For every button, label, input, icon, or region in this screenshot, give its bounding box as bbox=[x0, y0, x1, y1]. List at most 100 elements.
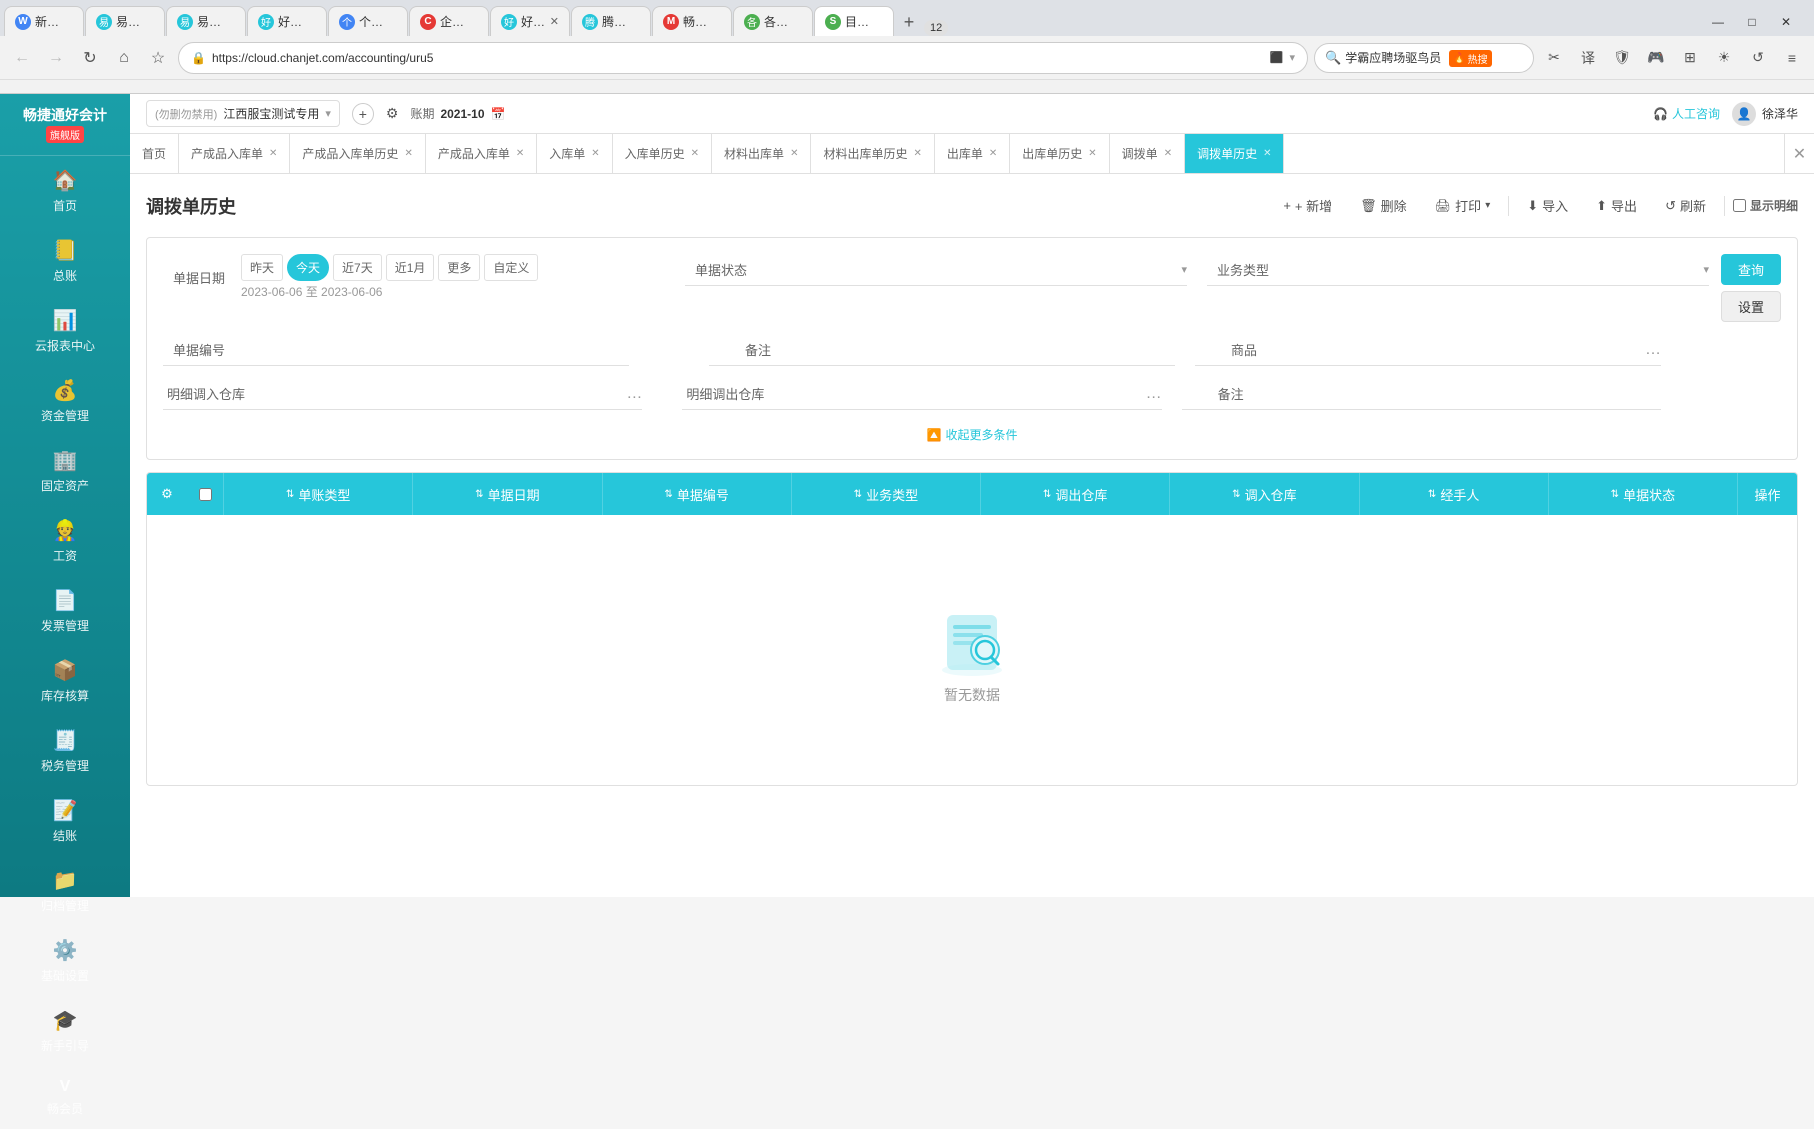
minimize-button[interactable]: — bbox=[1702, 8, 1734, 36]
sidebar-item-assets[interactable]: 🏢 固定资产 bbox=[0, 436, 130, 506]
tab-material-out[interactable]: 材料出库单 ✕ bbox=[712, 134, 811, 174]
sidebar-item-finance[interactable]: 💰 资金管理 bbox=[0, 366, 130, 436]
in-warehouse-ellipsis[interactable]: … bbox=[626, 385, 642, 403]
week-btn[interactable]: 近7天 bbox=[333, 254, 382, 281]
today-btn[interactable]: 今天 bbox=[287, 254, 329, 281]
browser-tab-4[interactable]: 好 好… bbox=[247, 6, 327, 36]
out-warehouse-ellipsis[interactable]: … bbox=[1146, 385, 1162, 403]
tab-outbound-history-close[interactable]: ✕ bbox=[1088, 148, 1096, 159]
maximize-button[interactable]: □ bbox=[1736, 8, 1768, 36]
reload-button[interactable]: ↻ bbox=[76, 44, 104, 72]
number-input[interactable] bbox=[233, 334, 629, 366]
th-doc-status[interactable]: ⇅ 单据状态 bbox=[1548, 473, 1737, 515]
tab-production-in[interactable]: 产成品入库单 ✕ bbox=[179, 134, 290, 174]
th-out-warehouse[interactable]: ⇅ 调出仓库 bbox=[980, 473, 1169, 515]
query-button[interactable]: 查询 bbox=[1721, 254, 1781, 285]
more-btn[interactable]: 更多 bbox=[438, 254, 480, 281]
th-in-warehouse[interactable]: ⇅ 调入仓库 bbox=[1169, 473, 1358, 515]
collapse-filter-button[interactable]: 🔼 收起更多条件 bbox=[163, 418, 1781, 443]
new-tab-button[interactable]: + bbox=[895, 8, 923, 36]
th-doc-date[interactable]: ⇅ 单据日期 bbox=[412, 473, 601, 515]
sidebar-item-archive[interactable]: 📁 归档管理 bbox=[0, 856, 130, 926]
company-selector[interactable]: (勿删勿禁用) 江西服宝测试专用 ▾ bbox=[146, 100, 340, 127]
forward-button[interactable]: → bbox=[42, 44, 70, 72]
tab-outbound[interactable]: 出库单 ✕ bbox=[935, 134, 1010, 174]
browser-tab-9[interactable]: M 畅… bbox=[652, 6, 732, 36]
home-button[interactable]: ⌂ bbox=[110, 44, 138, 72]
close-all-tabs-button[interactable]: ✕ bbox=[1784, 134, 1814, 174]
tab-inbound-history[interactable]: 入库单历史 ✕ bbox=[613, 134, 712, 174]
import-button[interactable]: ⬇ 导入 bbox=[1517, 190, 1578, 221]
sidebar-item-payroll[interactable]: 👷 工资 bbox=[0, 506, 130, 576]
sidebar-item-ledger[interactable]: 📒 总账 bbox=[0, 226, 130, 296]
export-button[interactable]: ⬆ 导出 bbox=[1586, 190, 1647, 221]
bookmark-button[interactable]: ☆ bbox=[144, 44, 172, 72]
sidebar-item-closing[interactable]: 📝 结账 bbox=[0, 786, 130, 856]
th-doc-number[interactable]: ⇅ 单据编号 bbox=[602, 473, 791, 515]
sidebar-item-home[interactable]: 🏠 首页 bbox=[0, 156, 130, 226]
gear-button[interactable]: ⚙ bbox=[386, 105, 399, 122]
yesterday-btn[interactable]: 昨天 bbox=[241, 254, 283, 281]
browser-tab-10[interactable]: 各 各… bbox=[733, 6, 813, 36]
sidebar-item-reports[interactable]: 📊 云报表中心 bbox=[0, 296, 130, 366]
sidebar-item-invoice[interactable]: 📄 发票管理 bbox=[0, 576, 130, 646]
tab-inbound-close[interactable]: ✕ bbox=[591, 148, 599, 159]
close-button[interactable]: ✕ bbox=[1770, 8, 1802, 36]
custom-btn[interactable]: 自定义 bbox=[484, 254, 538, 281]
add-company-button[interactable]: + bbox=[352, 103, 374, 125]
address-bar[interactable]: 🔒 https://cloud.chanjet.com/accounting/u… bbox=[178, 42, 1308, 74]
table-settings-icon[interactable]: ⚙ bbox=[147, 473, 187, 515]
shield-icon[interactable]: 🛡 bbox=[1608, 44, 1636, 72]
menu-icon[interactable]: ≡ bbox=[1778, 44, 1806, 72]
new-button[interactable]: + + 新增 bbox=[1273, 190, 1342, 221]
user-info[interactable]: 👤 徐泽华 bbox=[1732, 102, 1798, 126]
browser-tab-5[interactable]: 个 个… bbox=[328, 6, 408, 36]
sidebar-item-guide[interactable]: 🎓 新手引导 bbox=[0, 996, 130, 1066]
game-icon[interactable]: 🎮 bbox=[1642, 44, 1670, 72]
tab-home[interactable]: 首页 bbox=[130, 134, 179, 174]
tab-production-in-history-close[interactable]: ✕ bbox=[404, 148, 412, 159]
note-input[interactable] bbox=[1252, 378, 1661, 410]
back-button[interactable]: ← bbox=[8, 44, 36, 72]
browser-tab-1[interactable]: W 新… bbox=[4, 6, 84, 36]
tab-inbound[interactable]: 入库单 ✕ bbox=[537, 134, 612, 174]
print-button[interactable]: 🖨 打印 ▾ bbox=[1425, 190, 1501, 221]
sidebar-item-inventory[interactable]: 📦 库存核算 bbox=[0, 646, 130, 716]
th-handler[interactable]: ⇅ 经手人 bbox=[1359, 473, 1548, 515]
tab-material-out-history[interactable]: 材料出库单历史 ✕ bbox=[811, 134, 934, 174]
tab-transfer-close[interactable]: ✕ bbox=[1164, 148, 1172, 159]
browser-tab-7-close[interactable]: ✕ bbox=[550, 15, 559, 28]
show-all-input[interactable] bbox=[1733, 199, 1746, 212]
scissors-icon[interactable]: ✂ bbox=[1540, 44, 1568, 72]
grid-icon[interactable]: ⊞ bbox=[1676, 44, 1704, 72]
filter-settings-button[interactable]: 设置 bbox=[1721, 291, 1781, 322]
th-doc-type[interactable]: ⇅ 单账类型 bbox=[223, 473, 412, 515]
tab-production-in-2-close[interactable]: ✕ bbox=[516, 148, 524, 159]
tab-production-in-close[interactable]: ✕ bbox=[269, 148, 277, 159]
tab-outbound-history[interactable]: 出库单历史 ✕ bbox=[1010, 134, 1109, 174]
delete-button[interactable]: 🗑 删除 bbox=[1350, 190, 1417, 221]
tab-transfer[interactable]: 调拨单 ✕ bbox=[1110, 134, 1185, 174]
sidebar-item-tax[interactable]: 🧾 税务管理 bbox=[0, 716, 130, 786]
show-all-checkbox[interactable]: 显示明细 bbox=[1733, 197, 1798, 214]
sidebar-item-settings[interactable]: ⚙️ 基础设置 bbox=[0, 926, 130, 996]
browser-tab-3[interactable]: 易 易… bbox=[166, 6, 246, 36]
browser-tab-7[interactable]: 好 好… ✕ bbox=[490, 6, 570, 36]
tab-production-in-history[interactable]: 产成品入库单历史 ✕ bbox=[290, 134, 425, 174]
select-all-input[interactable] bbox=[199, 488, 212, 501]
browser-tab-8[interactable]: 腾 腾… bbox=[571, 6, 651, 36]
tab-material-out-close[interactable]: ✕ bbox=[790, 148, 798, 159]
tab-material-out-history-close[interactable]: ✕ bbox=[913, 148, 921, 159]
tab-inbound-history-close[interactable]: ✕ bbox=[691, 148, 699, 159]
refresh-button[interactable]: ↺ 刷新 bbox=[1655, 190, 1716, 221]
th-biz-type[interactable]: ⇅ 业务类型 bbox=[791, 473, 980, 515]
remark-input[interactable] bbox=[779, 334, 1175, 366]
browser-tab-11[interactable]: S 目… bbox=[814, 6, 894, 36]
browser-tab-6[interactable]: C 企… bbox=[409, 6, 489, 36]
month-btn[interactable]: 近1月 bbox=[386, 254, 435, 281]
brightness-icon[interactable]: ☀ bbox=[1710, 44, 1738, 72]
browser-tab-2[interactable]: 易 易… bbox=[85, 6, 165, 36]
sidebar-item-member[interactable]: V 畅会员 bbox=[0, 1066, 130, 1129]
select-all-checkbox[interactable] bbox=[187, 473, 223, 515]
translate-icon[interactable]: 译 bbox=[1574, 44, 1602, 72]
